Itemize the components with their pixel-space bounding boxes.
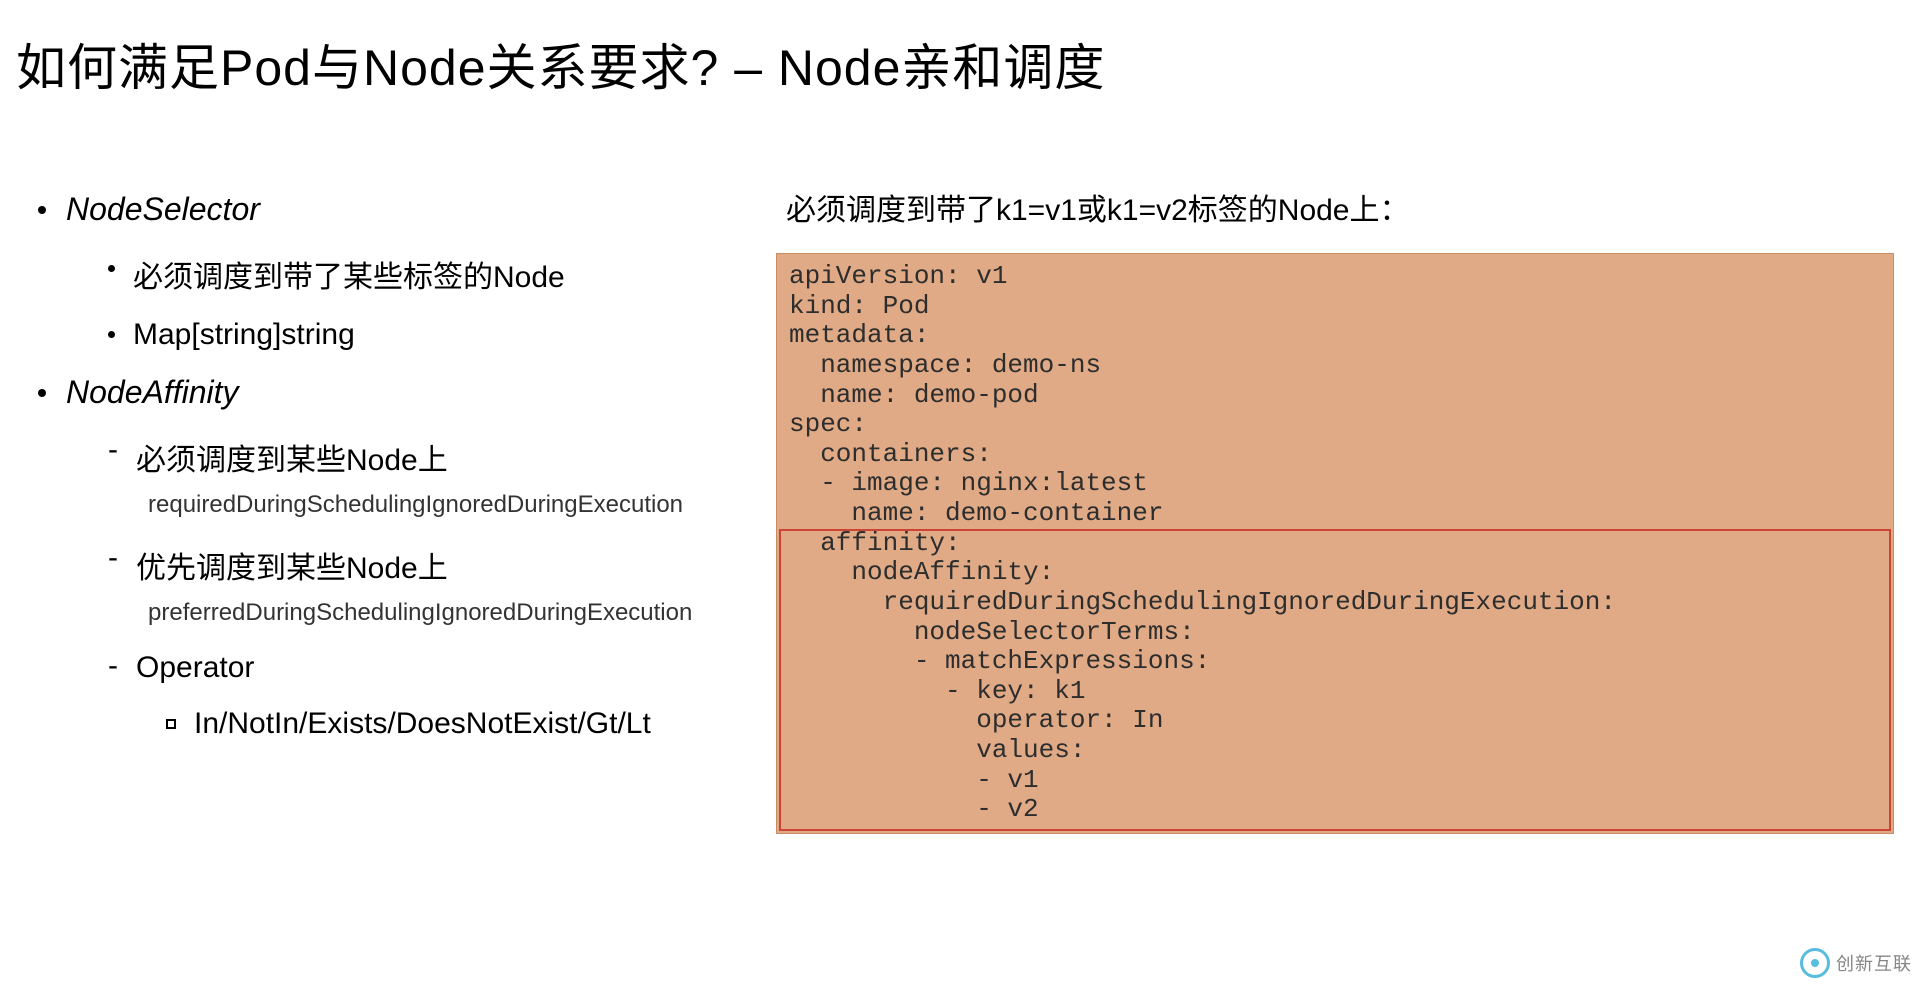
list-item-text: 必须调度到带了某些标签的Node (133, 252, 565, 296)
bullet-dot-icon (38, 206, 46, 214)
yaml-code-block: apiVersion: v1 kind: Pod metadata: names… (776, 253, 1894, 834)
section-nodeselector-head: NodeSelector (38, 191, 716, 228)
watermark-text: 创新互联 (1836, 950, 1912, 976)
dash-icon: - (108, 541, 118, 575)
watermark-logo-icon (1800, 948, 1830, 978)
section-nodeaffinity-head: NodeAffinity (38, 374, 716, 411)
list-item: - Operator (108, 651, 716, 685)
left-column: NodeSelector 必须调度到带了某些标签的Node Map[string… (16, 185, 716, 834)
dash-icon: - (108, 649, 118, 683)
page-title: 如何满足Pod与Node关系要求? – Node亲和调度 (16, 28, 1904, 100)
list-item-detail: preferredDuringSchedulingIgnoredDuringEx… (148, 599, 716, 627)
list-item-text: 优先调度到某些Node上 (136, 543, 448, 587)
list-item-detail: requiredDuringSchedulingIgnoredDuringExe… (148, 491, 716, 519)
bullet-dot-icon (38, 389, 46, 397)
list-item: - 优先调度到某些Node上 (108, 543, 716, 587)
list-item: Map[string]string (108, 318, 716, 352)
dash-icon: - (108, 433, 118, 467)
list-item-text: 必须调度到某些Node上 (136, 435, 448, 479)
nested-item-text: In/NotIn/Exists/DoesNotExist/Gt/Lt (194, 707, 651, 741)
code-intro-text: 必须调度到带了k1=v1或k1=v2标签的Node上： (786, 185, 1894, 229)
right-column: 必须调度到带了k1=v1或k1=v2标签的Node上： apiVersion: … (776, 185, 1904, 834)
section-heading: NodeSelector (66, 191, 260, 228)
nested-list-item: In/NotIn/Exists/DoesNotExist/Gt/Lt (166, 707, 716, 741)
list-item: 必须调度到带了某些标签的Node (108, 252, 716, 296)
section-heading: NodeAffinity (66, 374, 239, 411)
list-item: - 必须调度到某些Node上 (108, 435, 716, 479)
bullet-dot-icon (108, 265, 115, 272)
content-row: NodeSelector 必须调度到带了某些标签的Node Map[string… (16, 185, 1904, 834)
bullet-dot-icon (108, 331, 115, 338)
watermark: 创新互联 (1800, 948, 1912, 978)
yaml-code-text: apiVersion: v1 kind: Pod metadata: names… (789, 262, 1881, 825)
list-item-text: Operator (136, 651, 254, 685)
list-item-text: Map[string]string (133, 318, 355, 352)
square-bullet-icon (166, 719, 176, 729)
